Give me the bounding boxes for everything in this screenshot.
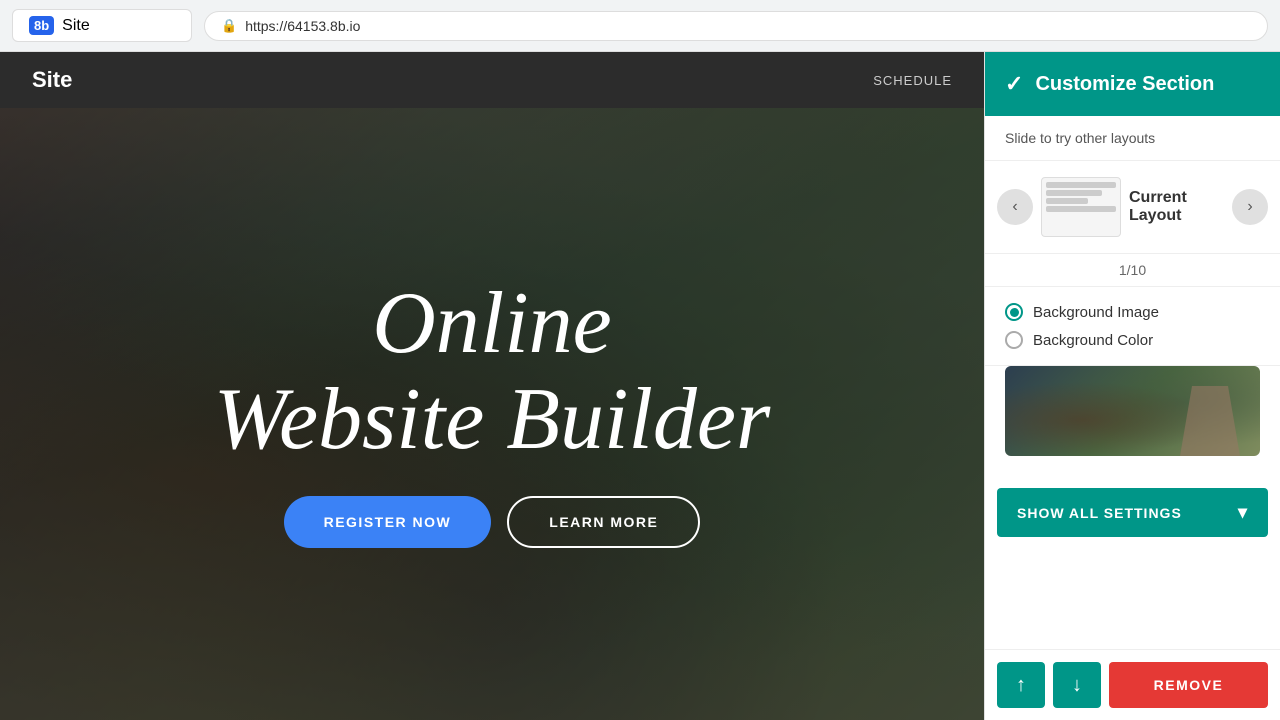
radio-bg-color[interactable] <box>1005 331 1023 349</box>
bg-image-label: Background Image <box>1033 304 1159 321</box>
chevron-down-icon: ▾ <box>1238 502 1248 523</box>
thumb-line-3 <box>1046 198 1088 204</box>
layout-preview: Current Layout <box>1041 177 1224 237</box>
hero-title-line2: Website Builder <box>214 376 770 464</box>
hero-content: Online Website Builder REGISTER NOW LEAR… <box>214 280 770 548</box>
background-options: Background Image Background Color <box>985 287 1280 366</box>
slide-subtitle: Slide to try other layouts <box>985 116 1280 161</box>
show-all-settings-button[interactable]: SHOW ALL SETTINGS ▾ <box>997 488 1268 537</box>
bg-color-label: Background Color <box>1033 332 1153 349</box>
bg-color-option[interactable]: Background Color <box>1005 331 1260 349</box>
move-up-button[interactable]: ↑ <box>997 662 1045 708</box>
layout-carousel: ‹ Current Layout › <box>985 161 1280 254</box>
layout-label: Current Layout <box>1129 189 1224 225</box>
panel-header-title: Customize Section <box>1035 73 1214 96</box>
thumb-line-2 <box>1046 190 1102 196</box>
browser-tab-label: Site <box>62 17 90 35</box>
nav-link-schedule[interactable]: SCHEDULE <box>873 73 952 88</box>
chevron-left-icon: ‹ <box>1012 198 1017 216</box>
check-icon: ✓ <box>1005 71 1023 97</box>
site-preview: Site SCHEDULE Online Website Builder REG… <box>0 52 984 720</box>
customize-panel: ✓ Customize Section Slide to try other l… <box>984 52 1280 720</box>
logo-badge: 8b <box>29 16 54 35</box>
learn-more-button[interactable]: LEARN MORE <box>507 496 700 548</box>
browser-logo-tab[interactable]: 8b Site <box>12 9 192 42</box>
register-now-button[interactable]: REGISTER NOW <box>284 496 492 548</box>
site-nav: Site SCHEDULE <box>0 52 984 108</box>
panel-header: ✓ Customize Section <box>985 52 1280 116</box>
address-bar[interactable]: 🔒 https://64153.8b.io <box>204 11 1268 41</box>
bg-image-option[interactable]: Background Image <box>1005 303 1260 321</box>
hero-section: Online Website Builder REGISTER NOW LEAR… <box>0 108 984 720</box>
radio-bg-image[interactable] <box>1005 303 1023 321</box>
layout-thumbnail <box>1041 177 1121 237</box>
main-area: Site SCHEDULE Online Website Builder REG… <box>0 52 1280 720</box>
chevron-right-icon: › <box>1247 198 1252 216</box>
site-nav-logo: Site <box>32 67 72 93</box>
thumb-line-1 <box>1046 182 1116 188</box>
arrow-up-icon: ↑ <box>1016 674 1026 697</box>
hero-buttons: REGISTER NOW LEARN MORE <box>214 496 770 548</box>
move-down-button[interactable]: ↓ <box>1053 662 1101 708</box>
site-nav-links: SCHEDULE <box>873 73 952 88</box>
lock-icon: 🔒 <box>221 18 237 34</box>
thumb-line-4 <box>1046 206 1116 212</box>
show-settings-label: SHOW ALL SETTINGS <box>1017 505 1182 521</box>
hero-title-line1: Online <box>214 280 770 368</box>
remove-section-button[interactable]: REMOVE <box>1109 662 1268 708</box>
panel-bottom-actions: ↑ ↓ REMOVE <box>985 649 1280 720</box>
layout-pagination: 1/10 <box>985 254 1280 287</box>
thumbnail-people <box>1180 386 1240 456</box>
carousel-next-button[interactable]: › <box>1232 189 1268 225</box>
browser-bar: 8b Site 🔒 https://64153.8b.io <box>0 0 1280 52</box>
arrow-down-icon: ↓ <box>1072 674 1082 697</box>
url-text: https://64153.8b.io <box>245 18 360 34</box>
carousel-prev-button[interactable]: ‹ <box>997 189 1033 225</box>
background-image-thumbnail[interactable] <box>1005 366 1260 456</box>
